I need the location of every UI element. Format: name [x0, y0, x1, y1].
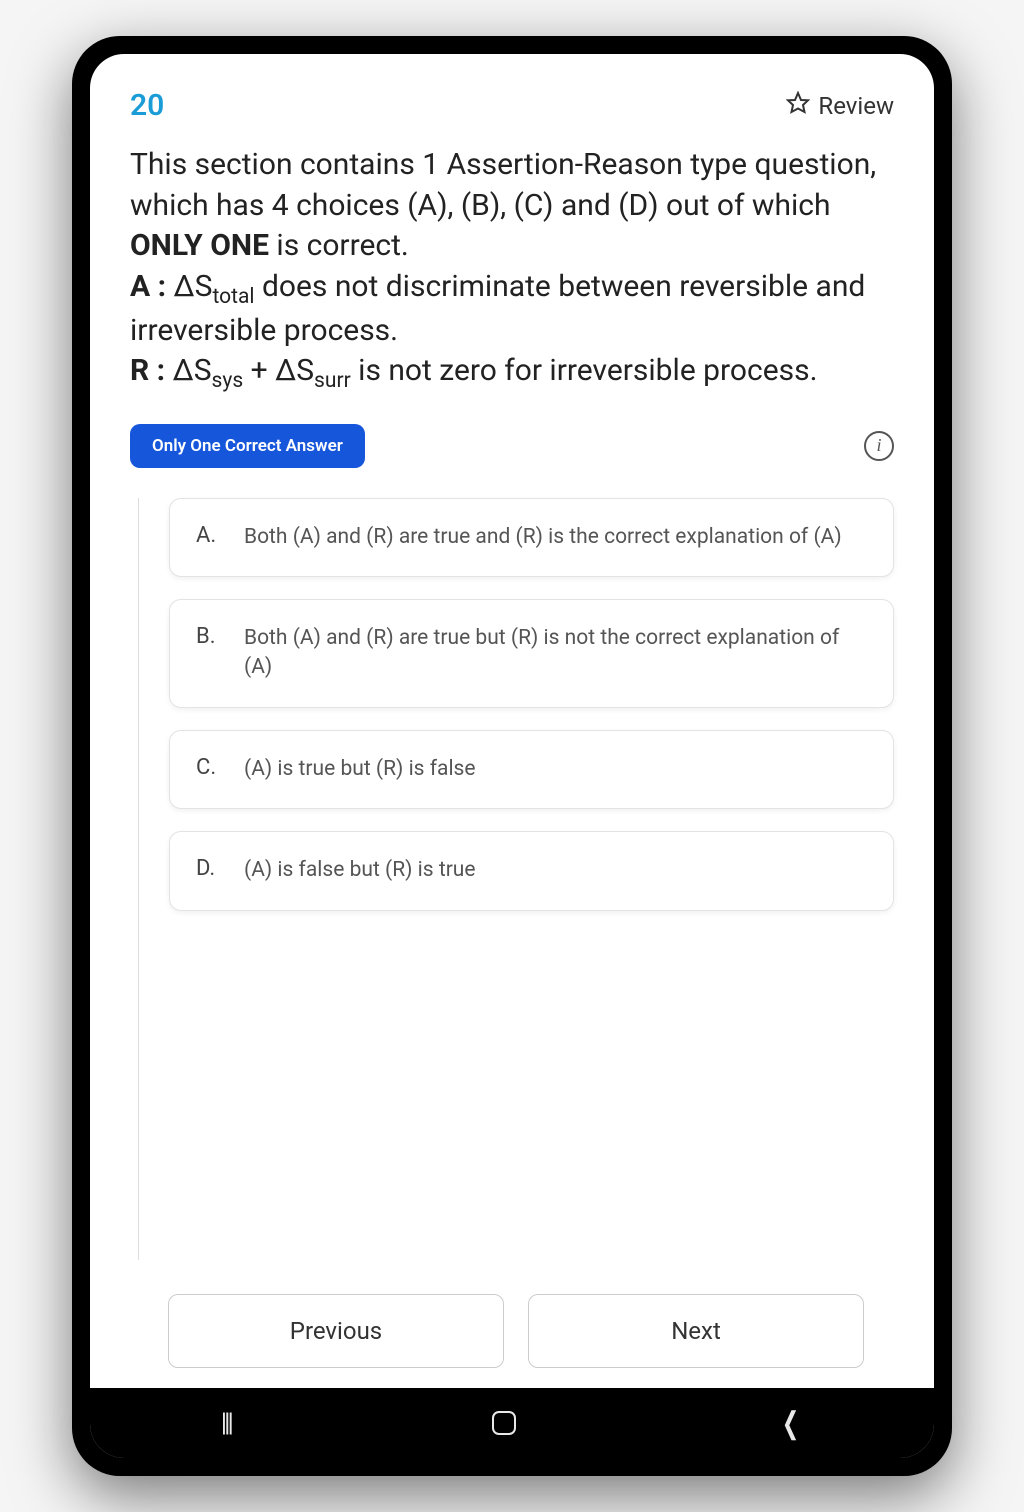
top-bar: 20 Review: [130, 88, 894, 123]
options-list: A. Both (A) and (R) are true and (R) is …: [138, 498, 894, 1260]
option-d[interactable]: D. (A) is false but (R) is true: [169, 831, 894, 910]
answer-type-badge: Only One Correct Answer: [130, 424, 365, 468]
previous-button[interactable]: Previous: [168, 1294, 504, 1368]
content-area: 20 Review This section contains 1 Assert…: [90, 54, 934, 1388]
option-letter: D.: [196, 856, 224, 881]
question-text: This section contains 1 Assertion-Reason…: [130, 145, 894, 396]
option-text: (A) is true but (R) is false: [244, 755, 476, 784]
star-icon: [786, 91, 810, 121]
option-letter: B.: [196, 624, 224, 649]
option-text: Both (A) and (R) are true but (R) is not…: [244, 624, 867, 683]
home-icon[interactable]: [492, 1411, 516, 1435]
option-text: (A) is false but (R) is true: [244, 856, 476, 885]
nav-buttons: Previous Next: [130, 1294, 894, 1368]
option-b[interactable]: B. Both (A) and (R) are true but (R) is …: [169, 599, 894, 708]
option-c[interactable]: C. (A) is true but (R) is false: [169, 730, 894, 809]
badge-row: Only One Correct Answer i: [130, 424, 894, 468]
review-button[interactable]: Review: [786, 91, 894, 121]
option-text: Both (A) and (R) are true and (R) is the…: [244, 523, 842, 552]
android-nav-bar: ||| ❮: [90, 1388, 934, 1458]
phone-frame: 20 Review This section contains 1 Assert…: [72, 36, 952, 1476]
review-label: Review: [818, 92, 894, 120]
option-a[interactable]: A. Both (A) and (R) are true and (R) is …: [169, 498, 894, 577]
back-icon[interactable]: ❮: [782, 1406, 800, 1441]
option-letter: A.: [196, 523, 224, 548]
next-button[interactable]: Next: [528, 1294, 864, 1368]
recents-icon[interactable]: |||: [221, 1408, 231, 1438]
screen: 20 Review This section contains 1 Assert…: [90, 54, 934, 1458]
option-letter: C.: [196, 755, 224, 780]
question-number: 20: [130, 88, 164, 123]
info-icon[interactable]: i: [864, 431, 894, 461]
